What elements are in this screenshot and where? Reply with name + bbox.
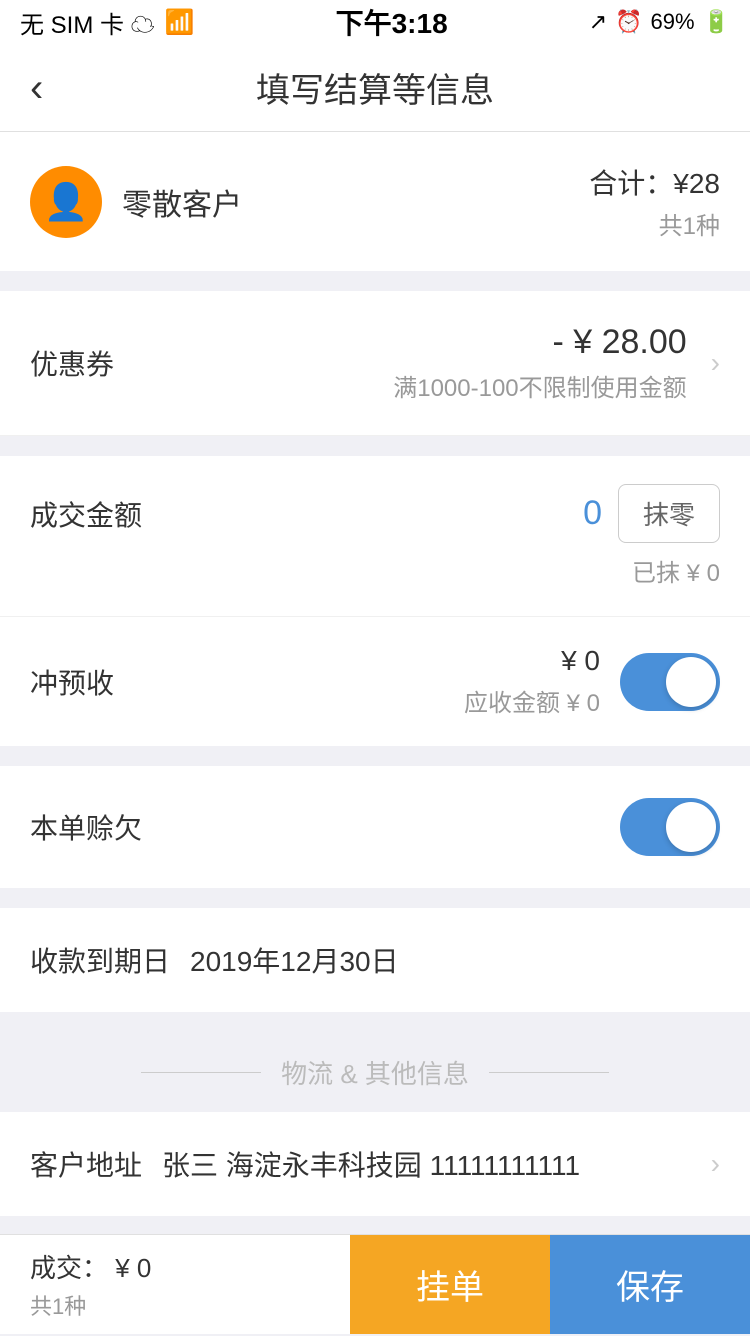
due-date-section: 收款到期日 2019年12月30日 xyxy=(0,908,750,1012)
credit-toggle-knob xyxy=(666,802,716,852)
battery-text: 69% xyxy=(651,9,695,35)
chong-values: ¥ 0 应收金额 ¥ 0 xyxy=(464,645,600,718)
coupon-chevron-icon: › xyxy=(711,347,720,379)
avatar-icon: 👤 xyxy=(44,181,89,223)
save-button[interactable]: 保存 xyxy=(550,1235,750,1334)
coupon-value-container: - ¥ 28.00 满1000-100不限制使用金额 xyxy=(393,323,686,403)
credit-toggle[interactable] xyxy=(620,798,720,856)
logistics-divider: 物流 & 其他信息 xyxy=(0,1032,750,1112)
status-time: 下午3:18 xyxy=(336,2,448,42)
moling-button[interactable]: 抹零 xyxy=(618,484,720,543)
trade-amount-value[interactable]: 0 xyxy=(583,494,602,533)
logistics-divider-text: 物流 & 其他信息 xyxy=(141,1054,609,1091)
customer-count: 共1种 xyxy=(589,206,720,241)
bottom-bar: 成交： ¥ 0 共1种 挂单 保存 xyxy=(0,1234,750,1334)
due-date-label: 收款到期日 xyxy=(30,940,170,980)
coupon-right: - ¥ 28.00 满1000-100不限制使用金额 › xyxy=(393,323,720,403)
status-bar: 无 SIM 卡 ☁ 📶 下午3:18 ↗ ⏰ 69% 🔋 xyxy=(0,0,750,44)
no-sim-text: 无 SIM 卡 ☁ xyxy=(20,5,155,40)
coupon-discount: - ¥ 28.00 xyxy=(393,323,686,362)
chong-label: 冲预收 xyxy=(30,662,114,702)
due-date-value: 2019年12月30日 xyxy=(190,940,399,980)
trade-amount-row: 成交金额 0 抹零 xyxy=(0,456,750,553)
address-section[interactable]: 客户地址 张三 海淀永丰科技园 11111111111 › xyxy=(0,1112,750,1216)
page-title: 填写结算等信息 xyxy=(256,63,494,112)
address-label: 客户地址 xyxy=(30,1144,142,1184)
battery-icon: 🔋 xyxy=(703,9,730,35)
bottom-trade-row: 成交： ¥ 0 xyxy=(30,1248,320,1285)
coupon-row[interactable]: 优惠券 - ¥ 28.00 满1000-100不限制使用金额 › xyxy=(0,291,750,436)
bottom-trade-label: 成交： xyxy=(30,1253,108,1283)
bottom-info: 成交： ¥ 0 共1种 xyxy=(0,1248,350,1321)
divider-line-left xyxy=(141,1072,261,1073)
trade-amount-sub: 已抹 ¥ 0 xyxy=(0,553,750,616)
bottom-trade-value: ¥ 0 xyxy=(115,1253,151,1283)
status-right: ↗ ⏰ 69% 🔋 xyxy=(589,9,730,35)
trade-amount-section: 成交金额 0 抹零 已抹 ¥ 0 冲预收 ¥ 0 应收金额 ¥ 0 xyxy=(0,456,750,746)
credit-label: 本单赊欠 xyxy=(30,807,142,847)
customer-name: 零散客户 xyxy=(122,180,242,224)
chong-receivable: 应收金额 ¥ 0 xyxy=(464,683,600,718)
customer-row: 👤 零散客户 合计：¥28 共1种 xyxy=(0,132,750,271)
credit-section: 本单赊欠 xyxy=(0,766,750,888)
customer-total: 合计：¥28 xyxy=(589,162,720,202)
bottom-count: 共1种 xyxy=(30,1289,320,1321)
trade-sub-text: 已抹 ¥ 0 xyxy=(632,553,720,588)
toggle-knob xyxy=(666,657,716,707)
logistics-label: 物流 & 其他信息 xyxy=(281,1054,469,1091)
customer-left: 👤 零散客户 xyxy=(30,166,242,238)
back-button[interactable]: ‹ xyxy=(30,68,43,108)
chong-amount: ¥ 0 xyxy=(464,645,600,677)
main-content: 👤 零散客户 合计：¥28 共1种 优惠券 - ¥ 28.00 满1000-10… xyxy=(0,132,750,1336)
divider-line-right xyxy=(489,1072,609,1073)
trade-amount-label: 成交金额 xyxy=(30,494,142,534)
customer-right: 合计：¥28 共1种 xyxy=(589,162,720,241)
wifi-icon: 📶 xyxy=(165,8,195,37)
coupon-section[interactable]: 优惠券 - ¥ 28.00 满1000-100不限制使用金额 › xyxy=(0,291,750,436)
address-chevron-icon: › xyxy=(711,1148,720,1180)
trade-amount-right: 0 抹零 xyxy=(583,484,720,543)
chong-right: ¥ 0 应收金额 ¥ 0 xyxy=(464,645,720,718)
address-value: 张三 海淀永丰科技园 11111111111 xyxy=(162,1144,691,1184)
coupon-label: 优惠券 xyxy=(30,343,114,383)
chong-row: 冲预收 ¥ 0 应收金额 ¥ 0 xyxy=(0,616,750,746)
customer-avatar: 👤 xyxy=(30,166,102,238)
nav-bar: ‹ 填写结算等信息 xyxy=(0,44,750,132)
status-left: 无 SIM 卡 ☁ 📶 xyxy=(20,5,195,40)
coupon-sub: 满1000-100不限制使用金额 xyxy=(393,368,686,403)
hang-button[interactable]: 挂单 xyxy=(350,1235,550,1334)
location-icon: ↗ xyxy=(589,9,607,35)
alarm-icon: ⏰ xyxy=(615,9,642,35)
chong-toggle[interactable] xyxy=(620,653,720,711)
